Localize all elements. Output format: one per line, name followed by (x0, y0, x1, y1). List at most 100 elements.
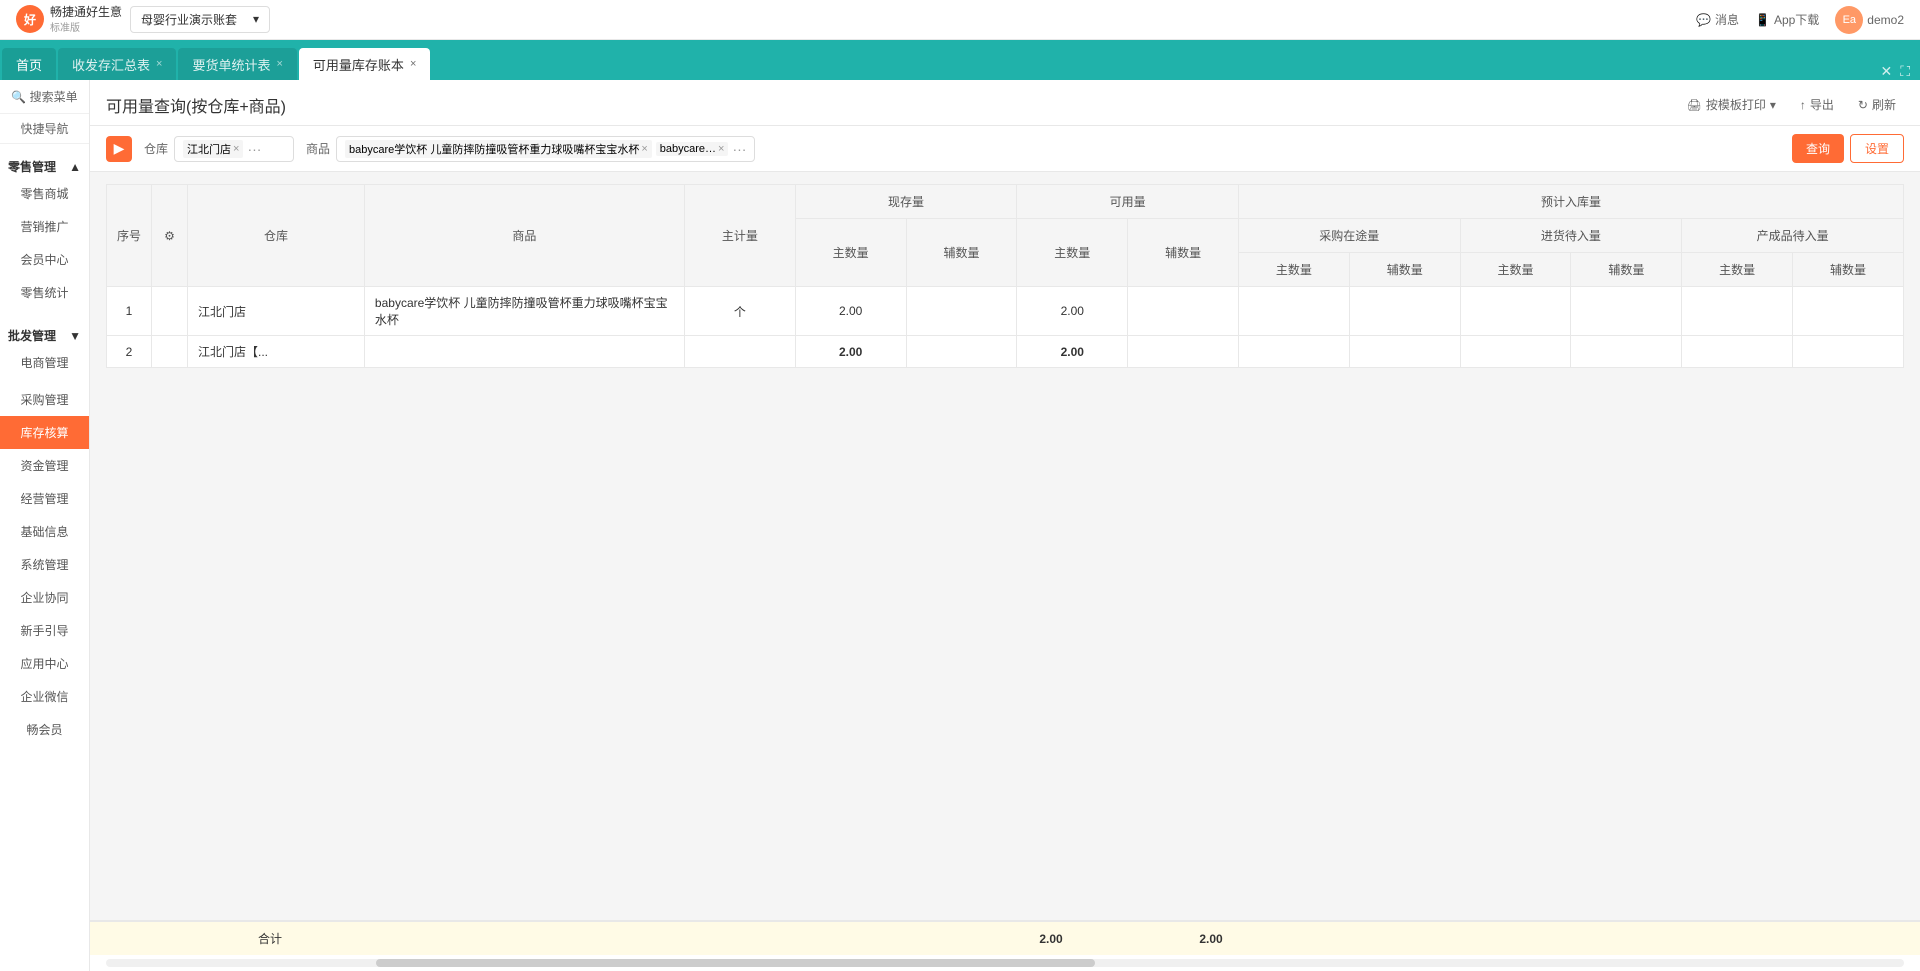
th-avail-main: 主数量 (1017, 219, 1128, 287)
sidebar-item-ecommerce[interactable]: 电商管理 (0, 346, 89, 379)
sidebar-item-newuser[interactable]: 新手引导 (0, 614, 89, 647)
cell-index-2: 2 (107, 336, 152, 368)
th-produced-main: 主数量 (1682, 253, 1793, 287)
message-button[interactable]: 💬 消息 (1696, 11, 1739, 28)
tab-available-stock-close[interactable]: × (410, 58, 416, 70)
sidebar-item-operation[interactable]: 经营管理 (0, 482, 89, 515)
product-tag-2[interactable]: babycare… × (656, 142, 729, 156)
footer-stock-total: 2.00 (1011, 932, 1091, 946)
top-bar-right: 💬 消息 📱 App下载 Ea demo2 (1696, 6, 1904, 34)
sidebar-item-retail-stats[interactable]: 零售统计 (0, 276, 89, 309)
cell-pr-sub-1 (1793, 287, 1904, 336)
tab-receive-summary-label: 收发存汇总表 (72, 55, 150, 74)
sidebar-item-appcenter[interactable]: 应用中心 (0, 647, 89, 680)
sidebar-item-system[interactable]: 系统管理 (0, 548, 89, 581)
print-button[interactable]: 🖨 按模板打印 ▾ (1679, 92, 1784, 117)
th-stock-sub: 辅数量 (906, 219, 1017, 287)
warehouse-more-dots[interactable]: ··· (247, 141, 261, 157)
sidebar-nav[interactable]: 快捷导航 (0, 114, 89, 144)
content-area: 可用量查询(按仓库+商品) 🖨 按模板打印 ▾ ↑ 导出 ↻ 刷新 ▶ (90, 80, 1920, 971)
sidebar-retail-header[interactable]: 零售管理 ▲ (0, 152, 89, 177)
product-more-dots[interactable]: ··· (732, 141, 746, 157)
th-produced-pending: 产成品待入量 (1682, 219, 1904, 253)
sidebar-item-finance[interactable]: 资金管理 (0, 449, 89, 482)
product-filter-input[interactable]: babycare学饮杯 儿童防摔防撞吸管杯重力球吸嘴杯宝宝水杯 × babyca… (336, 136, 755, 162)
logo-sub: 标准版 (50, 19, 122, 34)
logo-area: 好 畅捷通好生意 标准版 (16, 5, 122, 34)
cell-stock-sub-2 (906, 336, 1017, 368)
tab-receive-summary[interactable]: 收发存汇总表 × (58, 48, 176, 80)
search-icon: 🔍 (11, 90, 26, 104)
app-download-button[interactable]: 📱 App下载 (1755, 11, 1819, 28)
warehouse-filter-input[interactable]: 江北门店 × ··· (174, 136, 294, 162)
scroll-thumb[interactable] (376, 959, 1095, 967)
product-tag-1[interactable]: babycare学饮杯 儿童防摔防撞吸管杯重力球吸嘴杯宝宝水杯 × (345, 140, 652, 158)
th-purchase-transit: 采购在途量 (1238, 219, 1460, 253)
cell-avail-sub-1 (1128, 287, 1239, 336)
sidebar-item-purchase[interactable]: 采购管理 (0, 383, 89, 416)
warehouse-tag-remove[interactable]: × (233, 143, 239, 155)
logo-text: 畅捷通好生意 (50, 5, 122, 19)
th-settings[interactable]: ⚙ (152, 185, 188, 287)
tab-order-stats[interactable]: 要货单统计表 × (178, 48, 296, 80)
product-tag-1-remove[interactable]: × (641, 143, 647, 155)
query-button[interactable]: 查询 (1792, 134, 1844, 163)
cell-settings-2 (152, 336, 188, 368)
th-unit: 主计量 (684, 185, 795, 287)
tab-home[interactable]: 首页 (2, 48, 56, 80)
industry-selector[interactable]: 母婴行业演示账套 ▾ (130, 6, 270, 33)
sidebar-item-member[interactable]: 畅会员 (0, 713, 89, 746)
sidebar-item-enterprise[interactable]: 企业协同 (0, 581, 89, 614)
table-wrapper: 序号 ⚙ 仓库 商品 主计量 现存量 可用量 预计入库量 主数量 辅数量 主数量… (90, 172, 1920, 920)
user-avatar[interactable]: Ea demo2 (1835, 6, 1904, 34)
refresh-icon: ↻ (1858, 98, 1868, 112)
industry-label: 母婴行业演示账套 (141, 11, 237, 28)
cell-p-sub-2 (1349, 336, 1460, 368)
product-tag-1-value: babycare学饮杯 儿童防摔防撞吸管杯重力球吸嘴杯宝宝水杯 (349, 141, 639, 157)
sidebar-wholesale-header[interactable]: 批发管理 ▼ (0, 321, 89, 346)
tab-available-stock[interactable]: 可用量库存账本 × (299, 48, 430, 80)
cell-stock-main-2: 2.00 (795, 336, 906, 368)
sidebar-search[interactable]: 🔍 搜索菜单 (0, 80, 89, 114)
sidebar-item-wechat[interactable]: 企业微信 (0, 680, 89, 713)
sidebar-appcenter-label: 应用中心 (20, 655, 68, 672)
logo-text-block: 畅捷通好生意 标准版 (50, 5, 122, 34)
cell-settings-1 (152, 287, 188, 336)
tab-bar-end: ✕ ⛶ (1880, 63, 1920, 80)
warehouse-tag[interactable]: 江北门店 × (183, 140, 243, 158)
chevron-down-icon2: ▼ (69, 329, 81, 343)
tab-receive-summary-close[interactable]: × (156, 58, 162, 70)
sidebar-retail-stats-label: 零售统计 (20, 284, 68, 301)
warehouse-filter-label: 仓库 (144, 140, 168, 157)
sidebar-item-basic[interactable]: 基础信息 (0, 515, 89, 548)
sidebar-item-stock[interactable]: 库存核算 (0, 416, 89, 449)
app-label: App下载 (1774, 11, 1819, 28)
sidebar-operation-label: 经营管理 (20, 490, 68, 507)
tab-maximize-icon[interactable]: ⛶ (1900, 63, 1910, 80)
warehouse-filter-field: 仓库 江北门店 × ··· (144, 136, 294, 162)
tab-order-stats-close[interactable]: × (276, 58, 282, 70)
footer-avail-total: 2.00 (1171, 932, 1251, 946)
setting-button[interactable]: 设置 (1850, 134, 1904, 163)
sidebar-retail-group: 零售管理 ▲ 零售商城 营销推广 会员中心 零售统计 (0, 144, 89, 313)
filter-toggle-button[interactable]: ▶ (106, 136, 132, 162)
username-label: demo2 (1867, 13, 1904, 27)
sidebar-item-member-center[interactable]: 会员中心 (0, 243, 89, 276)
th-avail-sub: 辅数量 (1128, 219, 1239, 287)
tab-close-all-icon[interactable]: ✕ (1880, 63, 1892, 80)
top-bar-left: 好 畅捷通好生意 标准版 母婴行业演示账套 ▾ (16, 5, 270, 34)
cell-i-sub-2 (1571, 336, 1682, 368)
th-purchase-main: 主数量 (1238, 253, 1349, 287)
sidebar-item-marketing[interactable]: 营销推广 (0, 210, 89, 243)
horizontal-scrollbar[interactable] (90, 955, 1920, 971)
page-title: 可用量查询(按仓库+商品) (106, 93, 286, 117)
cell-pr-main-2 (1682, 336, 1793, 368)
product-tag-2-remove[interactable]: × (718, 143, 724, 155)
sidebar-item-retail-mall[interactable]: 零售商城 (0, 177, 89, 210)
export-button[interactable]: ↑ 导出 (1792, 92, 1842, 117)
main-layout: 🔍 搜索菜单 快捷导航 零售管理 ▲ 零售商城 营销推广 会员中心 零售统计 (0, 80, 1920, 971)
cell-pr-main-1 (1682, 287, 1793, 336)
cell-warehouse-1: 江北门店 (188, 287, 365, 336)
refresh-button[interactable]: ↻ 刷新 (1850, 92, 1904, 117)
product-filter-field: 商品 babycare学饮杯 儿童防摔防撞吸管杯重力球吸嘴杯宝宝水杯 × bab… (306, 136, 755, 162)
